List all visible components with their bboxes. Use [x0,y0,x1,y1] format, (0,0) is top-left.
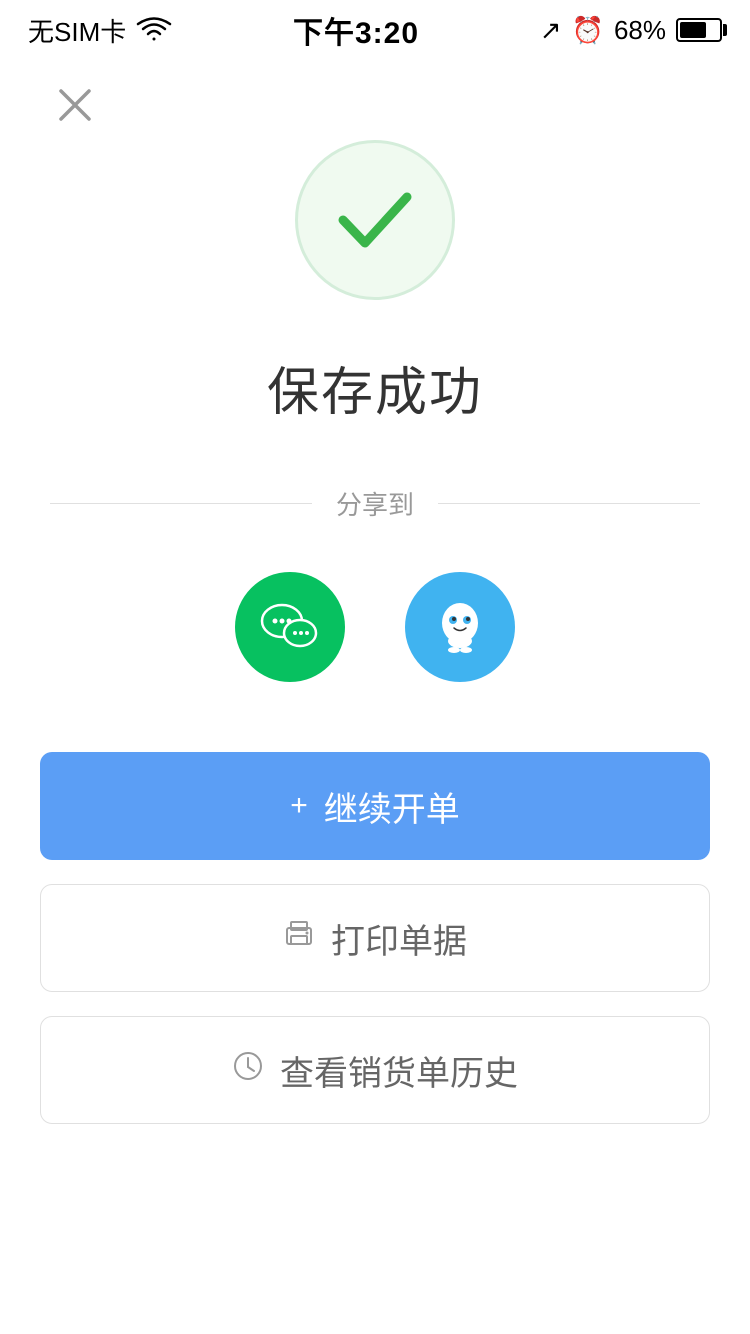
success-title: 保存成功 [267,350,483,425]
wechat-icon [258,597,322,657]
plus-icon: + [290,789,308,823]
print-label: 打印单据 [331,914,467,963]
history-label: 查看销货单历史 [280,1046,518,1095]
battery-fill [680,22,706,38]
clock-icon [232,1050,264,1090]
alarm-icon: ⏰ [572,15,604,46]
buttons-section: + 继续开单 打印单据 [0,752,750,1124]
history-button[interactable]: 查看销货单历史 [40,1016,710,1124]
share-label: 分享到 [312,485,438,522]
wifi-icon [136,17,172,43]
print-icon [283,918,315,958]
status-bar: 无SIM卡 下午3:20 ↗ ⏰ 68% [0,0,750,60]
qq-icon [428,595,492,659]
success-icon-circle [295,140,455,300]
status-right: ↗ ⏰ 68% [540,15,722,46]
main-content: 保存成功 分享到 [0,60,750,1124]
status-left: 无SIM卡 [28,12,172,49]
wechat-share-button[interactable] [235,572,345,682]
close-icon [57,87,93,123]
location-icon: ↗ [540,15,562,46]
print-button[interactable]: 打印单据 [40,884,710,992]
battery-text: 68% [614,15,666,46]
close-button[interactable] [50,80,100,130]
carrier-text: 无SIM卡 [28,12,126,49]
divider-line-right [438,503,700,504]
share-icons-container [235,572,515,682]
battery-icon [676,18,722,42]
checkmark-icon [335,185,415,255]
qq-share-button[interactable] [405,572,515,682]
continue-button[interactable]: + 继续开单 [40,752,710,860]
status-time: 下午3:20 [293,8,419,52]
share-divider: 分享到 [0,485,750,522]
divider-line-left [50,503,312,504]
continue-label: 继续开单 [324,782,460,831]
